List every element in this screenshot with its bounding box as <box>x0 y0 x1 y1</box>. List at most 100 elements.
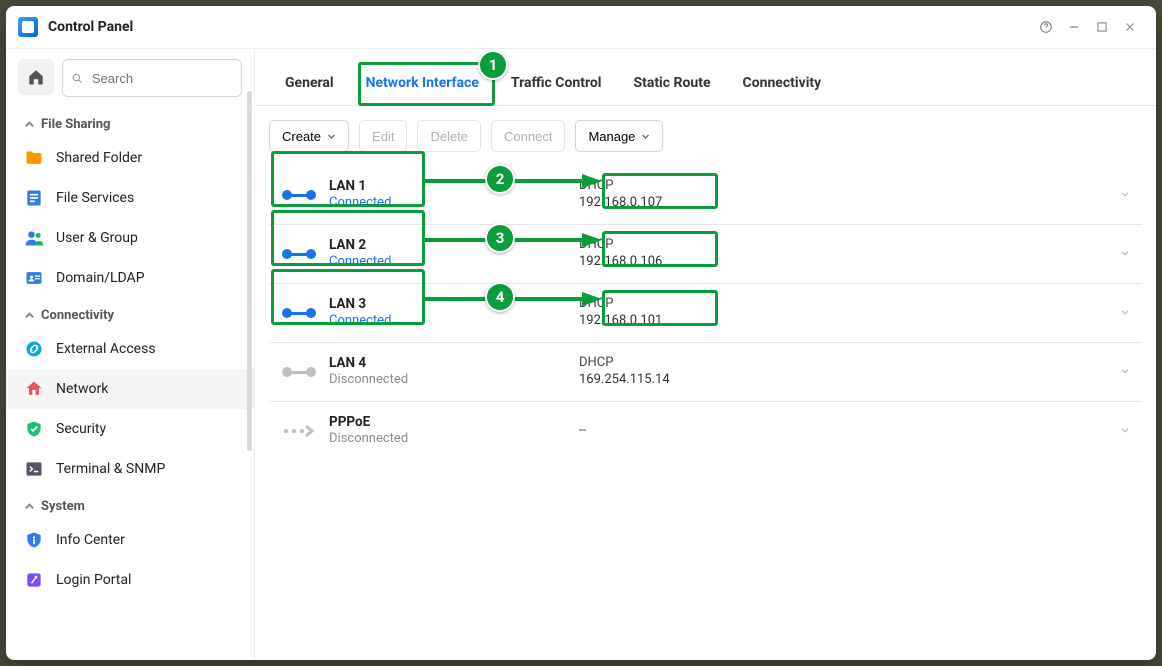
shield-icon <box>24 419 44 439</box>
search-input[interactable] <box>62 59 242 97</box>
folder-icon <box>24 148 44 168</box>
expand-toggle[interactable] <box>1118 186 1132 205</box>
tab-network-interface[interactable]: Network Interface <box>364 65 481 105</box>
section-system[interactable]: System <box>6 489 254 520</box>
tab-bar: General Network Interface Traffic Control S… <box>255 49 1156 106</box>
interface-ip: 192.168.0.101 <box>579 313 839 330</box>
lan-icon <box>282 187 316 203</box>
sidebar-item-label: File Services <box>56 190 134 206</box>
interface-type: DHCP <box>579 355 839 372</box>
interface-row-pppoe[interactable]: PPPoEDisconnected-- <box>269 401 1142 460</box>
connect-button[interactable]: Connect <box>491 120 565 152</box>
section-file-sharing[interactable]: File Sharing <box>6 107 254 138</box>
idcard-icon <box>24 268 44 288</box>
interface-name: LAN 4 <box>329 355 579 373</box>
interface-status: Connected <box>329 195 579 212</box>
tab-static-route[interactable]: Static Route <box>631 65 712 105</box>
sidebar-item-network[interactable]: Network <box>6 369 254 409</box>
sidebar-item-info-center[interactable]: Info Center <box>6 520 254 560</box>
interface-name: PPPoE <box>329 414 579 432</box>
link-icon <box>24 339 44 359</box>
home-button[interactable] <box>18 59 54 95</box>
interface-ip: -- <box>579 423 839 440</box>
sidebar-item-user-group[interactable]: User & Group <box>6 218 254 258</box>
help-button[interactable] <box>1032 13 1060 41</box>
sidebar-item-label: User & Group <box>56 230 138 246</box>
sidebar-item-security[interactable]: Security <box>6 409 254 449</box>
terminal-icon <box>24 459 44 479</box>
interface-ip: 192.168.0.107 <box>579 195 839 212</box>
interface-status: Connected <box>329 313 579 330</box>
chevron-up-icon <box>24 501 35 512</box>
tab-general[interactable]: General <box>283 65 336 105</box>
interface-name: LAN 3 <box>329 296 579 314</box>
interface-status: Disconnected <box>329 372 579 389</box>
sidebar-item-label: External Access <box>56 341 156 357</box>
interface-list: LAN 1ConnectedDHCP192.168.0.107LAN 2Conn… <box>255 166 1156 460</box>
pppoe-icon <box>281 421 317 441</box>
chevron-up-icon <box>24 310 35 321</box>
interface-name: LAN 1 <box>329 178 579 196</box>
sidebar-item-label: Security <box>56 421 106 437</box>
expand-toggle[interactable] <box>1118 245 1132 264</box>
delete-button[interactable]: Delete <box>417 120 481 152</box>
interface-type: DHCP <box>579 178 839 195</box>
sidebar-scrollbar[interactable] <box>247 91 252 451</box>
section-title: Connectivity <box>41 308 114 323</box>
window-title: Control Panel <box>48 19 133 35</box>
lan-icon <box>282 305 316 321</box>
users-icon <box>24 228 44 248</box>
section-title: File Sharing <box>41 117 110 132</box>
sidebar-item-file-services[interactable]: File Services <box>6 178 254 218</box>
maximize-button[interactable] <box>1088 13 1116 41</box>
manage-button[interactable]: Manage <box>575 120 663 152</box>
chevron-up-icon <box>24 119 35 130</box>
sidebar-item-label: Terminal & SNMP <box>56 461 165 477</box>
sidebar-item-label: Shared Folder <box>56 150 142 166</box>
close-button[interactable] <box>1116 13 1144 41</box>
sidebar-item-shared-folder[interactable]: Shared Folder <box>6 138 254 178</box>
search-icon <box>71 71 84 86</box>
sidebar: File Sharing Shared Folder File Services Us… <box>6 49 255 660</box>
interface-type: DHCP <box>579 296 839 313</box>
interface-type: DHCP <box>579 237 839 254</box>
sidebar-item-label: Login Portal <box>56 572 131 588</box>
sidebar-item-login-portal[interactable]: Login Portal <box>6 560 254 600</box>
expand-toggle[interactable] <box>1118 363 1132 382</box>
tab-connectivity[interactable]: Connectivity <box>741 65 824 105</box>
interface-status: Connected <box>329 254 579 271</box>
lan-icon <box>282 364 316 380</box>
expand-toggle[interactable] <box>1118 304 1132 323</box>
interface-row-lan4[interactable]: LAN 4DisconnectedDHCP169.254.115.14 <box>269 342 1142 401</box>
main-panel: General Network Interface Traffic Control S… <box>255 49 1156 660</box>
section-connectivity[interactable]: Connectivity <box>6 298 254 329</box>
interface-ip: 169.254.115.14 <box>579 372 839 389</box>
interface-name: LAN 2 <box>329 237 579 255</box>
titlebar: Control Panel <box>6 6 1156 49</box>
tab-traffic-control[interactable]: Traffic Control <box>509 65 604 105</box>
sidebar-item-domain-ldap[interactable]: Domain/LDAP <box>6 258 254 298</box>
minimize-button[interactable] <box>1060 13 1088 41</box>
info-icon <box>24 530 44 550</box>
lan-icon <box>282 246 316 262</box>
portal-icon <box>24 570 44 590</box>
sidebar-item-label: Info Center <box>56 532 125 548</box>
sidebar-item-label: Network <box>56 381 108 397</box>
toolbar: Create Edit Delete Connect Manage <box>255 106 1156 166</box>
chevron-down-icon <box>641 132 650 141</box>
expand-toggle[interactable] <box>1118 422 1132 441</box>
sidebar-item-external-access[interactable]: External Access <box>6 329 254 369</box>
file-icon <box>24 188 44 208</box>
interface-row-lan2[interactable]: LAN 2ConnectedDHCP192.168.0.106 <box>269 224 1142 283</box>
app-icon <box>18 17 38 37</box>
chevron-down-icon <box>327 132 336 141</box>
sidebar-item-label: Domain/LDAP <box>56 270 145 286</box>
create-button[interactable]: Create <box>269 120 349 152</box>
section-title: System <box>41 499 85 514</box>
network-icon <box>24 379 44 399</box>
interface-status: Disconnected <box>329 431 579 448</box>
interface-row-lan1[interactable]: LAN 1ConnectedDHCP192.168.0.107 <box>269 166 1142 224</box>
sidebar-item-terminal-snmp[interactable]: Terminal & SNMP <box>6 449 254 489</box>
edit-button[interactable]: Edit <box>359 120 407 152</box>
interface-row-lan3[interactable]: LAN 3ConnectedDHCP192.168.0.101 <box>269 283 1142 342</box>
